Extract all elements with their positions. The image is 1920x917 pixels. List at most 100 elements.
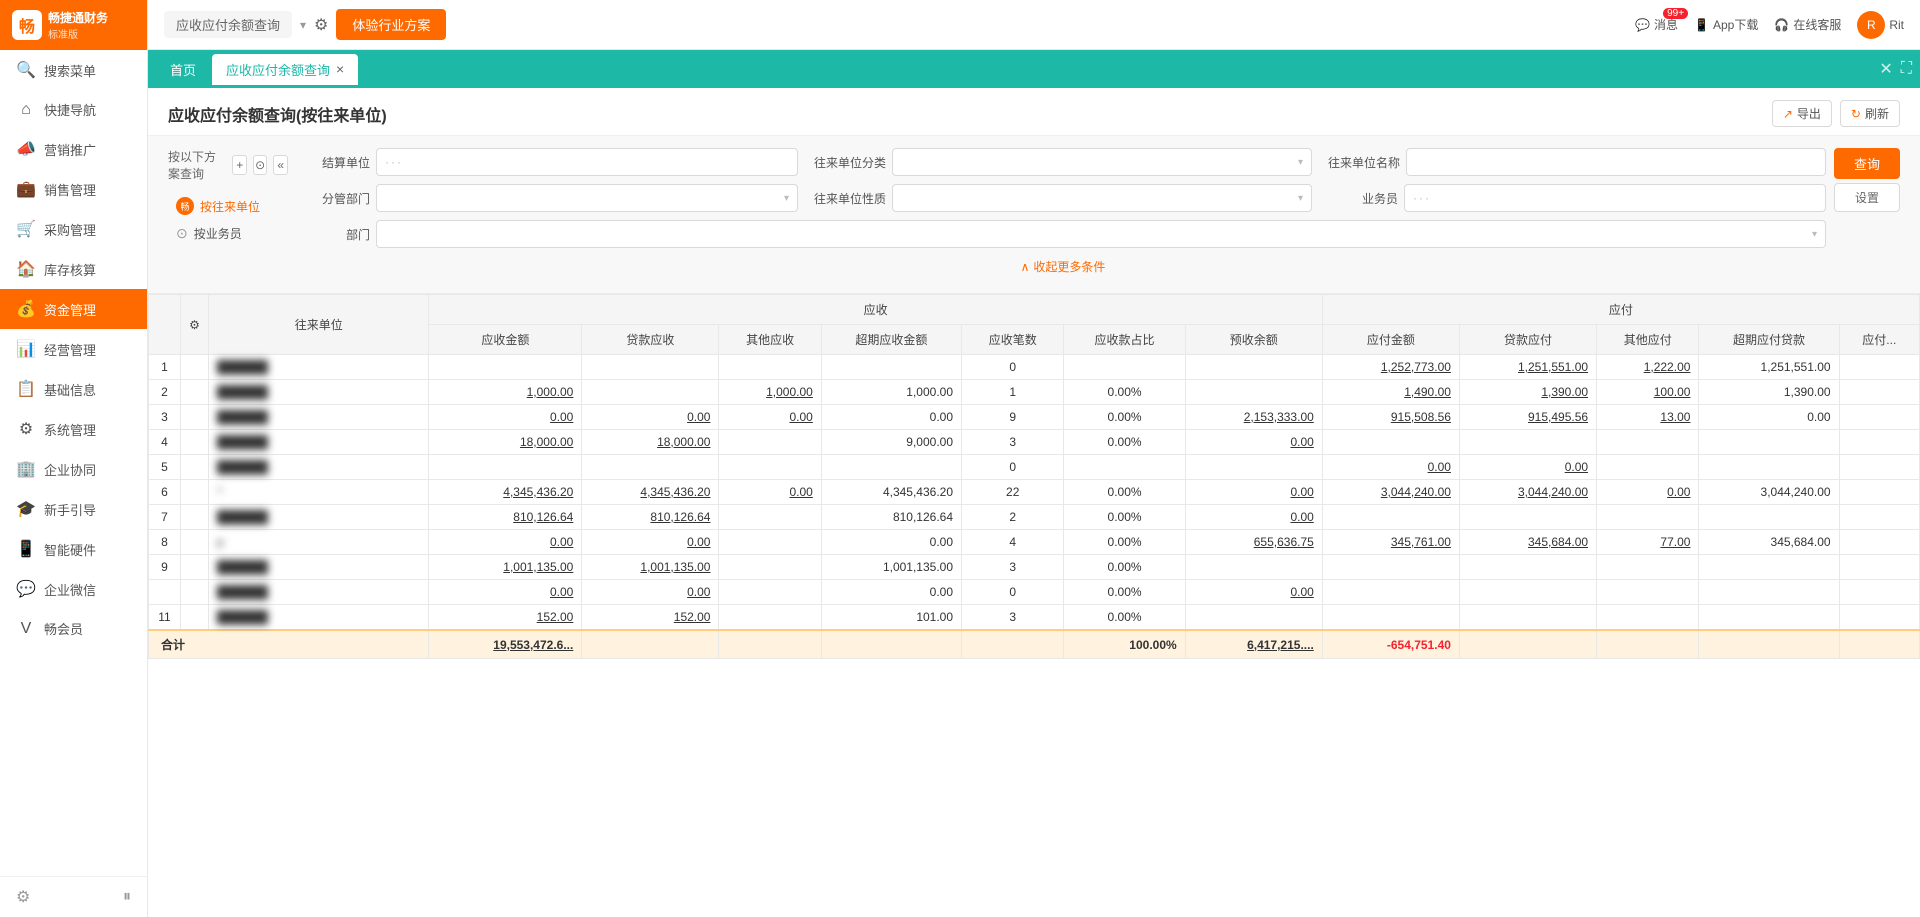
table-cell[interactable]: 4,345,436.20 [429, 480, 582, 505]
partner-name-input[interactable] [1406, 148, 1826, 176]
filter-collapse-btn[interactable]: « [273, 155, 288, 175]
table-cell[interactable]: 3,044,240.00 [1322, 480, 1459, 505]
summary-advance-balance[interactable]: 6,417,215.... [1185, 630, 1322, 659]
app-download-button[interactable]: 📱 App下载 [1694, 16, 1758, 33]
page-content: 应收应付余额查询(按往来单位) ↗ 导出 ↻ 刷新 [148, 88, 1920, 917]
table-cell[interactable]: 0.00 [1185, 430, 1322, 455]
table-cell[interactable]: 345,761.00 [1322, 530, 1459, 555]
table-cell[interactable]: 810,126.64 [429, 505, 582, 530]
table-cell[interactable]: 2,153,333.00 [1185, 405, 1322, 430]
messages-button[interactable]: 💬 消息 99+ [1635, 16, 1678, 33]
table-cell[interactable]: 77.00 [1597, 530, 1699, 555]
sidebar-item-quick-nav[interactable]: ⌂快捷导航 [0, 90, 147, 129]
sidebar-item-operations[interactable]: 📊经营管理 [0, 329, 147, 369]
query-button[interactable]: 查询 [1834, 148, 1900, 179]
table-cell[interactable]: 810,126.64 [582, 505, 719, 530]
filter-by-partner[interactable]: 畅 按往来单位 [168, 192, 288, 220]
table-cell[interactable]: 1,222.00 [1597, 355, 1699, 380]
solution-button[interactable]: 体验行业方案 [336, 9, 446, 40]
th-settings[interactable]: ⚙ [181, 295, 209, 355]
online-service-button[interactable]: 🎧 在线客服 [1774, 16, 1841, 33]
sidebar-item-vip[interactable]: V畅会员 [0, 609, 147, 648]
topbar-gear-icon[interactable]: ⚙ [314, 15, 328, 35]
sidebar-item-system[interactable]: ⚙系统管理 [0, 409, 147, 449]
partner-category-input[interactable]: ▾ [892, 148, 1312, 176]
table-cell[interactable]: 152.00 [582, 605, 719, 631]
main-area: 应收应付余额查询 ▾ ⚙ 体验行业方案 💬 消息 99+ 📱 App下载 🎧 在… [148, 0, 1920, 917]
table-cell[interactable]: 0.00 [1597, 480, 1699, 505]
tab-home[interactable]: 首页 [156, 54, 210, 85]
tab-receivable[interactable]: 应收应付余额查询 × [212, 54, 358, 85]
table-cell[interactable]: 0.00 [1185, 580, 1322, 605]
table-cell[interactable]: 0.00 [1459, 455, 1596, 480]
sidebar-item-enterprise[interactable]: 🏢企业协同 [0, 449, 147, 489]
table-cell[interactable]: 18,000.00 [429, 430, 582, 455]
filter-by-salesperson[interactable]: ⊙ 按业务员 [168, 220, 288, 247]
sidebar-item-search-menu[interactable]: 🔍搜索菜单 [0, 50, 147, 90]
export-button[interactable]: ↗ 导出 [1772, 100, 1832, 127]
sidebar-item-inventory[interactable]: 🏠库存核算 [0, 249, 147, 289]
table-cell[interactable]: 1,000.00 [429, 380, 582, 405]
table-cell[interactable]: 0.00 [582, 580, 719, 605]
table-cell[interactable]: 1,390.00 [1459, 380, 1596, 405]
filter-collapse-btn[interactable]: ∧ 收起更多条件 [300, 252, 1826, 281]
table-cell[interactable]: 100.00 [1597, 380, 1699, 405]
table-cell[interactable]: 4,345,436.20 [582, 480, 719, 505]
settlement-input[interactable]: ··· [376, 148, 798, 176]
user-name: Rit [1889, 18, 1904, 32]
table-cell[interactable]: 1,000.00 [719, 380, 821, 405]
table-cell[interactable]: 915,495.56 [1459, 405, 1596, 430]
table-cell [719, 505, 821, 530]
table-cell[interactable]: 0.00 [1185, 480, 1322, 505]
sidebar-item-capital[interactable]: 💰资金管理 [0, 289, 147, 329]
table-cell: 3 [962, 430, 1064, 455]
table-cell[interactable]: 0.00 [429, 580, 582, 605]
table-cell[interactable]: 3,044,240.00 [1459, 480, 1596, 505]
sidebar-item-hardware[interactable]: 📱智能硬件 [0, 529, 147, 569]
sidebar-item-wechat[interactable]: 💬企业微信 [0, 569, 147, 609]
filter-settings-btn[interactable]: ⊙ [253, 155, 268, 175]
table-cell[interactable]: 1,252,773.00 [1322, 355, 1459, 380]
table-cell[interactable]: 0.00 [429, 530, 582, 555]
tab-close-window-icon[interactable]: ✕ [1879, 59, 1892, 79]
partner-nature-input[interactable]: ▾ [892, 184, 1312, 212]
partner-option-label: 按往来单位 [200, 198, 260, 215]
summary-receivable-amount[interactable]: 19,553,472.6... [429, 630, 582, 659]
settings-footer-icon[interactable]: ⚙ [16, 887, 30, 907]
filter-add-btn[interactable]: + [232, 155, 247, 175]
salesperson-input[interactable]: ··· [1404, 184, 1826, 212]
table-cell[interactable]: 0.00 [582, 405, 719, 430]
table-cell[interactable]: 345,684.00 [1459, 530, 1596, 555]
dept-input[interactable]: ▾ [376, 184, 798, 212]
table-cell[interactable]: 0.00 [1185, 505, 1322, 530]
topbar-dropdown-arrow[interactable]: ▾ [300, 18, 306, 32]
table-cell[interactable]: 1,001,135.00 [582, 555, 719, 580]
tab-maximize-icon[interactable]: ⛶ [1901, 60, 1912, 78]
department-input[interactable]: ▾ [376, 220, 1826, 248]
table-cell[interactable]: 0.00 [719, 480, 821, 505]
sidebar-item-guide[interactable]: 🎓新手引导 [0, 489, 147, 529]
tab-close-icon[interactable]: × [336, 61, 344, 77]
sidebar-item-basic-info[interactable]: 📋基础信息 [0, 369, 147, 409]
sidebar-item-purchase[interactable]: 🛒采购管理 [0, 209, 147, 249]
table-cell[interactable]: 152.00 [429, 605, 582, 631]
table-cell[interactable]: 1,490.00 [1322, 380, 1459, 405]
settings-button[interactable]: 设置 [1834, 183, 1900, 212]
table-cell[interactable]: 0.00 [429, 405, 582, 430]
table-cell[interactable]: 1,251,551.00 [1459, 355, 1596, 380]
table-cell[interactable]: 0.00 [582, 530, 719, 555]
table-cell[interactable]: 915,508.56 [1322, 405, 1459, 430]
table-cell[interactable]: 18,000.00 [582, 430, 719, 455]
table-cell[interactable]: 13.00 [1597, 405, 1699, 430]
sidebar-item-sales[interactable]: 💼销售管理 [0, 169, 147, 209]
summary-receivable-ratio: 100.00% [1064, 630, 1185, 659]
table-cell[interactable]: 655,636.75 [1185, 530, 1322, 555]
table-cell[interactable]: 0.00 [1322, 455, 1459, 480]
refresh-button[interactable]: ↻ 刷新 [1840, 100, 1900, 127]
filter-area: 按以下方案查询 + ⊙ « 畅 按往来单位 ⊙ 按业务员 [148, 136, 1920, 294]
collapse-footer-icon[interactable]: ⏸ [123, 888, 131, 906]
table-cell[interactable]: 1,001,135.00 [429, 555, 582, 580]
sidebar-item-marketing[interactable]: 📣营销推广 [0, 129, 147, 169]
table-cell[interactable]: 0.00 [719, 405, 821, 430]
user-area[interactable]: R Rit [1857, 11, 1904, 39]
